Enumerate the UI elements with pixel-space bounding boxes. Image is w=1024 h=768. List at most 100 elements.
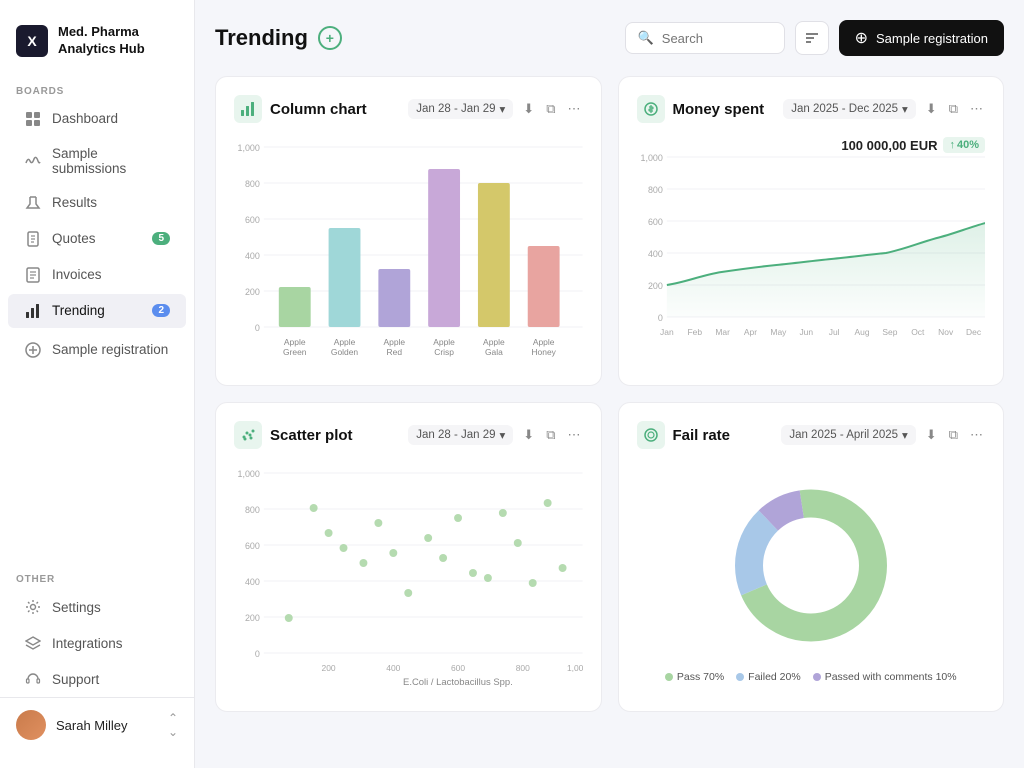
svg-text:0: 0 bbox=[255, 649, 260, 659]
donut-legend: Pass 70% Failed 20% Passed with comments… bbox=[665, 671, 957, 683]
scatter-chart-svg: 1,000 800 600 400 200 0 bbox=[234, 463, 583, 693]
filter-sliders-icon[interactable]: ⧉ bbox=[544, 99, 557, 119]
svg-text:400: 400 bbox=[647, 249, 662, 259]
sidebar-item-support[interactable]: Support bbox=[8, 662, 186, 696]
money-chart-icon bbox=[637, 95, 665, 123]
svg-text:600: 600 bbox=[245, 215, 260, 225]
quotes-badge: 5 bbox=[152, 232, 170, 245]
svg-text:Apple: Apple bbox=[383, 337, 405, 347]
scatter-chart-icon bbox=[234, 421, 262, 449]
sidebar-item-label: Integrations bbox=[52, 636, 123, 651]
user-name: Sarah Milley bbox=[56, 718, 128, 733]
svg-text:800: 800 bbox=[516, 663, 530, 673]
more-options-icon[interactable]: ⋯ bbox=[566, 99, 583, 119]
avatar bbox=[16, 710, 46, 740]
sidebar-item-trending[interactable]: Trending 2 bbox=[8, 294, 186, 328]
svg-text:Apple: Apple bbox=[483, 337, 505, 347]
sidebar-item-label: Settings bbox=[52, 600, 101, 615]
sample-registration-button[interactable]: ⊕ Sample registration bbox=[839, 20, 1004, 56]
svg-text:Aug: Aug bbox=[854, 327, 869, 337]
legend-comments: Passed with comments 10% bbox=[813, 671, 957, 683]
download-icon[interactable]: ⬇ bbox=[521, 99, 536, 119]
legend-dot-failed bbox=[736, 673, 744, 681]
sidebar-item-settings[interactable]: Settings bbox=[8, 590, 186, 624]
filter-button[interactable] bbox=[795, 21, 829, 55]
sidebar-item-results[interactable]: Results bbox=[8, 186, 186, 220]
svg-text:800: 800 bbox=[647, 185, 662, 195]
money-chart-header: Money spent Jan 2025 - Dec 2025 ▾ ⬇ ⧉ ⋯ bbox=[637, 95, 986, 123]
search-box[interactable]: 🔍 bbox=[625, 22, 785, 54]
svg-text:800: 800 bbox=[245, 505, 260, 515]
title-section: Trending + bbox=[215, 25, 342, 51]
grid-icon bbox=[24, 110, 42, 128]
fail-rate-date[interactable]: Jan 2025 - April 2025 ▾ bbox=[781, 425, 915, 445]
wave-icon bbox=[24, 152, 42, 170]
svg-text:Jul: Jul bbox=[828, 327, 839, 337]
scatter-chart-header: Scatter plot Jan 28 - Jan 29 ▾ ⬇ ⧉ ⋯ bbox=[234, 421, 583, 449]
charts-grid: Column chart Jan 28 - Jan 29 ▾ ⬇ ⧉ ⋯ bbox=[215, 76, 1004, 712]
plus-circle-icon: ⊕ bbox=[855, 28, 868, 48]
svg-text:600: 600 bbox=[245, 541, 260, 551]
column-chart-area: 1,000 800 600 400 200 0 bbox=[234, 137, 583, 367]
svg-text:Dec: Dec bbox=[966, 327, 982, 337]
legend-failed: Failed 20% bbox=[736, 671, 801, 683]
svg-text:Crisp: Crisp bbox=[434, 347, 454, 357]
filter-sliders-icon[interactable]: ⧉ bbox=[544, 425, 557, 445]
svg-text:0: 0 bbox=[255, 323, 260, 333]
money-chart-title-wrap: Money spent bbox=[637, 95, 765, 123]
more-options-icon[interactable]: ⋯ bbox=[968, 425, 985, 445]
headset-icon bbox=[24, 670, 42, 688]
svg-text:Jan: Jan bbox=[660, 327, 674, 337]
sidebar-item-integrations[interactable]: Integrations bbox=[8, 626, 186, 660]
change-badge: ↑ 40% bbox=[943, 137, 985, 153]
more-options-icon[interactable]: ⋯ bbox=[968, 99, 985, 119]
svg-text:1,000: 1,000 bbox=[237, 143, 259, 153]
money-spent-card: Money spent Jan 2025 - Dec 2025 ▾ ⬇ ⧉ ⋯ bbox=[618, 76, 1005, 386]
more-options-icon[interactable]: ⋯ bbox=[566, 425, 583, 445]
user-profile[interactable]: Sarah Milley ⌃⌄ bbox=[0, 697, 194, 752]
legend-pass: Pass 70% bbox=[665, 671, 724, 683]
filter-sliders-icon[interactable]: ⧉ bbox=[947, 425, 960, 445]
column-chart-actions: ⬇ ⧉ ⋯ bbox=[521, 99, 582, 119]
header-actions: 🔍 ⊕ Sample registration bbox=[625, 20, 1004, 56]
svg-text:800: 800 bbox=[245, 179, 260, 189]
sidebar-item-invoices[interactable]: Invoices bbox=[8, 258, 186, 292]
scatter-x-label: E.Coli / Lactobacillus Spp. bbox=[403, 677, 513, 688]
download-icon[interactable]: ⬇ bbox=[924, 99, 939, 119]
svg-text:200: 200 bbox=[245, 287, 260, 297]
money-chart-svg: 1,000 800 600 400 200 0 bbox=[637, 137, 986, 367]
download-icon[interactable]: ⬇ bbox=[521, 425, 536, 445]
bar-apple-green bbox=[279, 287, 311, 327]
column-chart-date[interactable]: Jan 28 - Jan 29 ▾ bbox=[408, 99, 513, 119]
money-chart-area: 100 000,00 EUR ↑ 40% 1,000 800 bbox=[637, 137, 986, 367]
svg-text:400: 400 bbox=[386, 663, 400, 673]
svg-text:600: 600 bbox=[647, 217, 662, 227]
svg-text:1,000: 1,000 bbox=[567, 663, 583, 673]
svg-text:600: 600 bbox=[451, 663, 465, 673]
svg-text:400: 400 bbox=[245, 251, 260, 261]
bar-apple-red bbox=[378, 269, 410, 327]
app-name: Med. Pharma Analytics Hub bbox=[58, 24, 145, 58]
sidebar-item-sample-registration[interactable]: Sample registration bbox=[8, 333, 186, 367]
sidebar-item-quotes[interactable]: Quotes 5 bbox=[8, 222, 186, 256]
sidebar-item-dashboard[interactable]: Dashboard bbox=[8, 102, 186, 136]
sidebar-item-label: Invoices bbox=[52, 267, 102, 282]
scatter-chart-area: 1,000 800 600 400 200 0 bbox=[234, 463, 583, 693]
svg-text:Apple: Apple bbox=[433, 337, 455, 347]
layers-icon bbox=[24, 634, 42, 652]
download-icon[interactable]: ⬇ bbox=[924, 425, 939, 445]
svg-text:200: 200 bbox=[647, 281, 662, 291]
svg-text:Oct: Oct bbox=[911, 327, 925, 337]
money-chart-actions: ⬇ ⧉ ⋯ bbox=[924, 99, 985, 119]
sidebar-item-sample-submissions[interactable]: Sample submissions bbox=[8, 138, 186, 184]
money-chart-date[interactable]: Jan 2025 - Dec 2025 ▾ bbox=[783, 99, 916, 119]
add-trending-button[interactable]: + bbox=[318, 26, 342, 50]
scatter-chart-date[interactable]: Jan 28 - Jan 29 ▾ bbox=[408, 425, 513, 445]
search-input[interactable] bbox=[662, 31, 772, 46]
svg-text:400: 400 bbox=[245, 577, 260, 587]
filter-sliders-icon[interactable]: ⧉ bbox=[947, 99, 960, 119]
legend-dot-comments bbox=[813, 673, 821, 681]
svg-text:1,000: 1,000 bbox=[640, 153, 662, 163]
column-chart-header: Column chart Jan 28 - Jan 29 ▾ ⬇ ⧉ ⋯ bbox=[234, 95, 583, 123]
bar-apple-gala bbox=[478, 183, 510, 327]
